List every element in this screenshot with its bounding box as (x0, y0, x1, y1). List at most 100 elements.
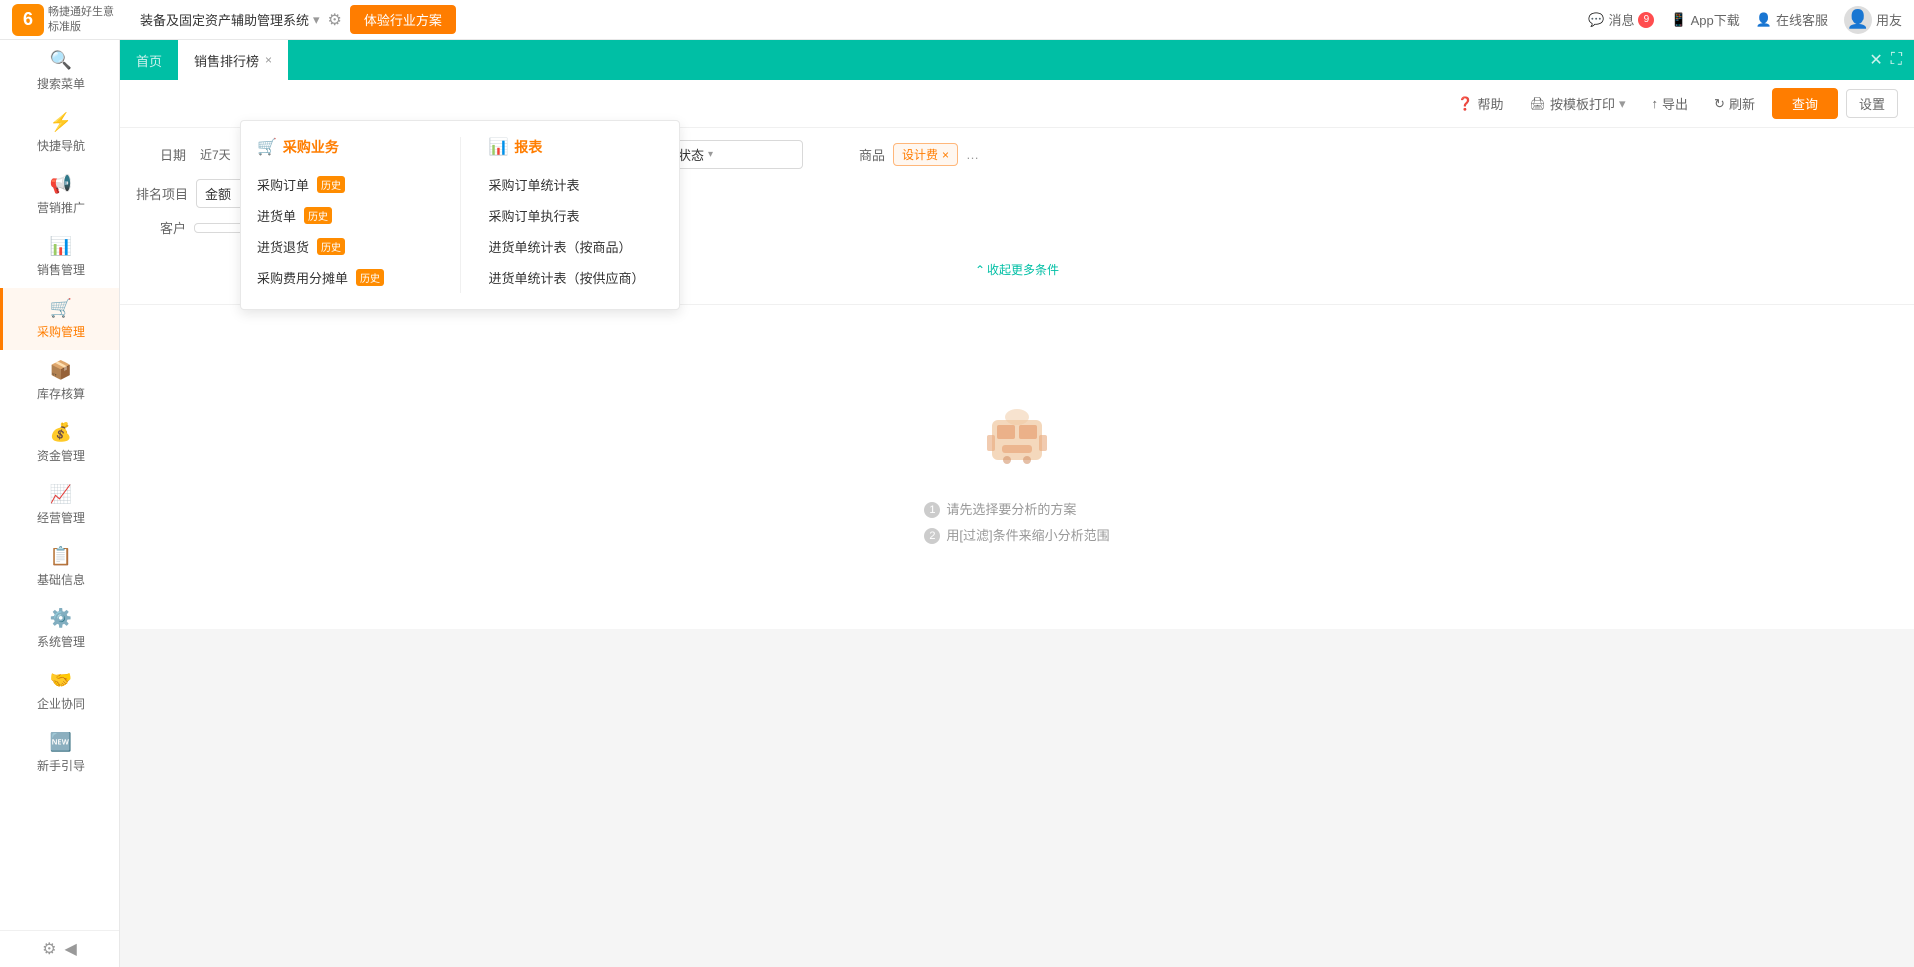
print-dropdown-icon[interactable]: ▾ (1619, 96, 1626, 112)
collapse-arrow-icon: ⌃ (975, 263, 985, 277)
search-icon: 🔍 (50, 50, 72, 71)
collapse-btn[interactable]: ⌃ 收起更多条件 (975, 253, 1059, 286)
tab-sales-ranking[interactable]: 销售排行榜 × (178, 40, 288, 80)
topbar: 6 畅捷通好生意 标准版 装备及固定资产辅助管理系统 ▾ ⚙ 体验行业方案 💬 … (0, 0, 1914, 40)
sidebar-item-operations[interactable]: 📈 经营管理 (0, 474, 119, 536)
purchase-title-icon: 🛒 (257, 137, 277, 157)
collapse-sidebar-btn[interactable]: ◀ (65, 939, 77, 959)
date-label: 日期 (136, 145, 186, 164)
doc-status-chevron: ▾ (708, 149, 713, 160)
history-badge-1: 历史 (317, 176, 345, 193)
tab-home[interactable]: 首页 (120, 40, 178, 80)
report-title-icon: 📊 (489, 137, 509, 157)
dropdown-item-purchase-order[interactable]: 采购订单 历史 (257, 169, 432, 200)
tab-bar: 首页 销售排行榜 × ✕ ⛶ (120, 40, 1914, 80)
sidebar-item-enterprise[interactable]: 🤝 企业协同 (0, 660, 119, 722)
tab-maximize-icon[interactable]: ⛶ (1891, 51, 1902, 69)
question-icon: ❓ (1457, 96, 1473, 112)
sidebar-item-sales[interactable]: 📊 销售管理 (0, 226, 119, 288)
history-badge-4: 历史 (356, 269, 384, 286)
tab-close-icon[interactable]: × (265, 53, 272, 67)
avatar: 👤 (1844, 6, 1872, 34)
date-7days[interactable]: 近7天 (194, 144, 237, 165)
cart-icon: 🛒 (50, 298, 72, 319)
dropdown-divider (460, 137, 461, 293)
content-area: 首页 销售排行榜 × ✕ ⛶ ❓ 帮助 🖨 (120, 40, 1914, 967)
app-download-btn[interactable]: 📱 App下载 (1670, 10, 1739, 29)
phone-icon: 📱 (1670, 12, 1686, 28)
sidebar-item-marketing[interactable]: 📢 营销推广 (0, 164, 119, 226)
tip-item-2: 2 用[过滤]条件来缩小分析范围 (924, 523, 1109, 549)
history-badge-2: 历史 (304, 207, 332, 224)
money-icon: 💰 (50, 422, 72, 443)
sidebar-item-basic[interactable]: 📋 基础信息 (0, 536, 119, 598)
empty-state: 1 请先选择要分析的方案 2 用[过滤]条件来缩小分析范围 (120, 305, 1914, 629)
logo: 6 畅捷通好生意 标准版 (12, 4, 132, 36)
purchase-dropdown-menu: 🛒 采购业务 采购订单 历史 进货单 历史 进货退货 历史 (240, 120, 680, 310)
topbar-right: 💬 消息 9 📱 App下载 👤 在线客服 👤 用友 (1588, 6, 1902, 34)
purchase-col: 🛒 采购业务 采购订单 历史 进货单 历史 进货退货 历史 (257, 137, 432, 293)
ranking-label: 排名项目 (136, 184, 188, 203)
industry-btn[interactable]: 体验行业方案 (350, 5, 456, 34)
print-icon: 🖨 (1529, 96, 1546, 112)
service-icon: 👤 (1756, 12, 1772, 28)
print-btn[interactable]: 🖨 按模板打印 ▾ (1520, 89, 1634, 118)
goods-dots[interactable]: … (966, 147, 979, 162)
sidebar: 🔍 搜索菜单 ⚡ 快捷导航 📢 营销推广 📊 销售管理 🛒 采购管理 📦 库存核… (0, 40, 120, 967)
customer-label: 客户 (136, 218, 186, 237)
history-badge-3: 历史 (317, 238, 345, 255)
tab-bar-right: ✕ ⛶ (1857, 40, 1914, 80)
dropdown-item-purchase-expense[interactable]: 采购费用分摊单 历史 (257, 262, 432, 293)
sidebar-item-search[interactable]: 🔍 搜索菜单 (0, 40, 119, 102)
gear-icon[interactable]: ⚙ (328, 10, 342, 30)
sidebar-item-purchase[interactable]: 🛒 采购管理 (0, 288, 119, 350)
settings-bottom-icon[interactable]: ⚙ (42, 939, 56, 959)
dropdown-item-incoming-stats-supplier[interactable]: 进货单统计表（按供应商） (489, 262, 664, 293)
goods-label: 商品 (835, 145, 885, 164)
dropdown-item-incoming-stats-goods[interactable]: 进货单统计表（按商品） (489, 231, 664, 262)
purchase-col-title: 🛒 采购业务 (257, 137, 432, 157)
chart-icon: 📊 (50, 236, 72, 257)
sidebar-item-guide[interactable]: 🆕 新手引导 (0, 722, 119, 784)
query-button[interactable]: 查询 (1772, 88, 1838, 119)
clipboard-icon: 📋 (50, 546, 72, 567)
logo-text: 畅捷通好生意 标准版 (48, 5, 114, 34)
export-btn[interactable]: ↑ 导出 (1643, 89, 1698, 118)
lightning-icon: ⚡ (50, 112, 72, 133)
settings-button[interactable]: 设置 (1846, 89, 1898, 118)
dropdown-item-po-stats[interactable]: 采购订单统计表 (489, 169, 664, 200)
goods-tag-close[interactable]: × (942, 148, 949, 162)
main-layout: 🔍 搜索菜单 ⚡ 快捷导航 📢 营销推广 📊 销售管理 🛒 采购管理 📦 库存核… (0, 40, 1914, 967)
report-col-title: 📊 报表 (489, 137, 664, 157)
dropdown-item-return[interactable]: 进货退货 历史 (257, 231, 432, 262)
goods-section: 商品 设计费 × … (835, 143, 979, 166)
sidebar-item-finance[interactable]: 💰 资金管理 (0, 412, 119, 474)
user-menu[interactable]: 👤 用友 (1844, 6, 1902, 34)
message-icon: 💬 (1588, 12, 1604, 28)
tab-close-window-icon[interactable]: ✕ (1869, 50, 1882, 70)
help-btn[interactable]: ❓ 帮助 (1448, 89, 1512, 118)
empty-svg (967, 385, 1067, 485)
tip-item-1: 1 请先选择要分析的方案 (924, 497, 1109, 523)
page-content: ❓ 帮助 🖨 按模板打印 ▾ ↑ 导出 ↻ 刷新 (120, 80, 1914, 967)
sidebar-item-system[interactable]: ⚙️ 系统管理 (0, 598, 119, 660)
online-service-btn[interactable]: 👤 在线客服 (1756, 10, 1828, 29)
message-btn[interactable]: 💬 消息 9 (1588, 10, 1654, 29)
user-label: 用友 (1876, 10, 1902, 29)
refresh-icon: ↻ (1714, 96, 1725, 112)
sidebar-item-inventory[interactable]: 📦 库存核算 (0, 350, 119, 412)
dropdown-item-incoming[interactable]: 进货单 历史 (257, 200, 432, 231)
sidebar-item-quick-nav[interactable]: ⚡ 快捷导航 (0, 102, 119, 164)
refresh-btn[interactable]: ↻ 刷新 (1705, 89, 1764, 118)
system-dropdown-arrow[interactable]: ▾ (313, 12, 320, 28)
empty-illustration (967, 385, 1067, 485)
box-icon: 📦 (50, 360, 72, 381)
export-icon: ↑ (1652, 96, 1659, 111)
operations-icon: 📈 (50, 484, 72, 505)
dropdown-item-po-exec[interactable]: 采购订单执行表 (489, 200, 664, 231)
new-icon: 🆕 (50, 732, 72, 753)
report-col: 📊 报表 采购订单统计表 采购订单执行表 进货单统计表（按商品） 进货单统计表（… (489, 137, 664, 293)
system-name: 装备及固定资产辅助管理系统 ▾ ⚙ (140, 10, 342, 30)
settings-icon: ⚙️ (50, 608, 72, 629)
sidebar-bottom: ⚙ ◀ (0, 930, 119, 967)
